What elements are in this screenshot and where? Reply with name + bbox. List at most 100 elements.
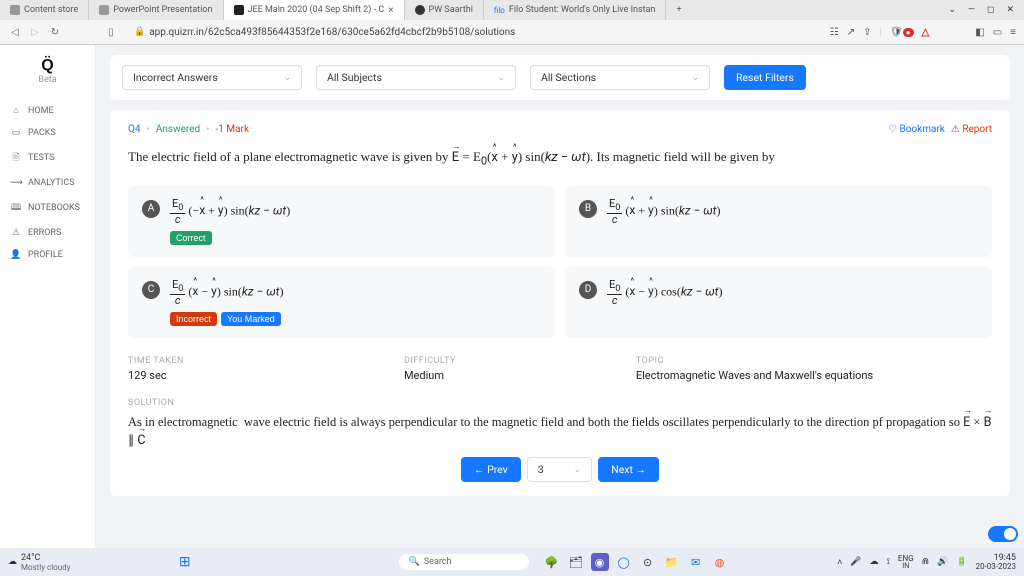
sidebar-item-errors[interactable]: ⚠ERRORS [0, 222, 95, 244]
url-bar[interactable]: 🔒 app.quizrr.in/62c5ca493f85644353f2e168… [114, 27, 824, 38]
app-icon[interactable]: ◍ [711, 553, 729, 571]
tray-location-icon[interactable]: ⟟ [887, 557, 890, 567]
maximize-icon[interactable]: ◻ [987, 5, 994, 15]
options-grid: A E0c (−x + y) sin(kz − ωt) Correct B E0… [128, 186, 992, 339]
sidebar-toggle-icon[interactable]: ◧ [975, 27, 984, 38]
option-letter: A [142, 200, 160, 218]
warning-triangle-icon[interactable]: △ [922, 27, 930, 38]
sidebar-item-notebooks[interactable]: 🕮NOTEBOOKS [0, 194, 95, 222]
sidebar-item-home[interactable]: ⌂HOME [0, 99, 95, 122]
tab-jee-main[interactable]: JEE Main 2020 (04 Sep Shift 2) - C× [224, 0, 405, 20]
taskbar-search[interactable]: 🔍 Search [399, 554, 529, 570]
menu-icon[interactable]: ≡ [1010, 27, 1016, 38]
tab-powerpoint[interactable]: PowerPoint Presentation [89, 0, 223, 20]
tab-filo[interactable]: filoFilo Student: World's Only Live Inst… [484, 0, 667, 20]
wallet-icon[interactable]: ▭ [993, 27, 1002, 38]
sidebar-item-label: ERRORS [28, 228, 61, 238]
tray-language[interactable]: ENG IN [898, 555, 914, 570]
chevron-down-icon: ⌄ [283, 73, 291, 83]
minimize-icon[interactable]: — [968, 5, 975, 15]
weather-temp: 24°C [21, 553, 70, 563]
taskbar: ☁ 24°C Mostly cloudy ⊞ 🔍 Search 🌳 🗂 ◉ ◯ ⊙… [0, 548, 1024, 576]
tray-chevron-icon[interactable]: ˄ [837, 557, 842, 568]
shield-badge-icon[interactable]: 🛡● [890, 27, 914, 38]
option-c[interactable]: C E0c (x − y) sin(kz − ωt) IncorrectYou … [128, 267, 555, 338]
sidebar-item-label: PACKS [28, 128, 56, 138]
tab-label: PowerPoint Presentation [113, 5, 212, 15]
close-icon[interactable]: × [388, 5, 393, 16]
sidebar-item-profile[interactable]: 👤PROFILE [0, 244, 95, 266]
app-icon[interactable]: ✉ [687, 553, 705, 571]
chevron-down-icon: ⌄ [574, 465, 582, 475]
option-letter: C [142, 281, 160, 299]
filter-sections-select[interactable]: All Sections⌄ [530, 65, 710, 90]
tray-clock[interactable]: 19:45 20-03-2023 [976, 554, 1016, 571]
notebooks-icon: 🕮 [10, 200, 22, 216]
filter-answers-select[interactable]: Incorrect Answers⌄ [122, 65, 302, 90]
question-number: Q4 [128, 124, 141, 135]
tray-mic-icon[interactable]: 🎤 [850, 557, 861, 567]
main-content: Incorrect Answers⌄ All Subjects⌄ All Sec… [96, 45, 1024, 549]
meta-topic: TOPICElectromagnetic Waves and Maxwell's… [636, 356, 873, 382]
filter-bar: Incorrect Answers⌄ All Subjects⌄ All Sec… [110, 55, 1010, 100]
tray-wifi-icon[interactable]: ⋒ [922, 557, 930, 567]
tab-pw-saarthi[interactable]: PW Saarthi [405, 0, 484, 20]
pill-marked: You Marked [221, 312, 281, 326]
chevron-down-icon[interactable]: ⌄ [948, 5, 956, 15]
reset-filters-button[interactable]: Reset Filters [724, 65, 806, 90]
solution-label: SOLUTION [128, 398, 992, 408]
tray-battery-icon[interactable]: 🔋 [956, 557, 967, 567]
sidebar-item-tests[interactable]: 🗎TESTS [0, 144, 95, 172]
system-tray: ˄ 🎤 ☁ ⟟ ENG IN ⋒ 🔊 🔋 19:45 20-03-2023 [837, 554, 1016, 571]
option-body: E0c (x + y) sin(kz − ωt) [607, 198, 720, 225]
bookmark-button[interactable]: ♡ Bookmark [888, 124, 945, 135]
pager: ← Prev 3⌄ Next → [128, 457, 992, 482]
tab-label: PW Saarthi [429, 5, 473, 15]
close-window-icon[interactable]: ✕ [1006, 5, 1014, 15]
sidebar-item-label: ANALYTICS [28, 178, 75, 188]
option-b[interactable]: B E0c (x + y) sin(kz − ωt) [565, 186, 992, 257]
app-icon[interactable]: 🌳 [543, 553, 561, 571]
search-icon: 🔍 [409, 557, 420, 567]
app-icon[interactable]: 📁 [663, 553, 681, 571]
question-text: The electric field of a plane electromag… [128, 149, 992, 168]
browser-tabs: Content store PowerPoint Presentation JE… [0, 0, 1024, 20]
sidebar-item-analytics[interactable]: ⟿ANALYTICS [0, 172, 95, 194]
weather-widget[interactable]: ☁ 24°C Mostly cloudy [8, 553, 70, 572]
open-external-icon[interactable]: ↗ [847, 27, 855, 38]
new-tab-button[interactable]: + [666, 0, 691, 20]
tab-label: Content store [24, 5, 78, 15]
floating-toggle[interactable] [988, 526, 1018, 542]
translate-icon[interactable]: ☷ [830, 27, 839, 38]
tab-content-store[interactable]: Content store [0, 0, 89, 20]
tray-volume-icon[interactable]: 🔊 [937, 557, 948, 567]
back-button[interactable]: ◁ [8, 27, 22, 38]
app-icon[interactable]: ◯ [615, 553, 633, 571]
search-placeholder: Search [424, 557, 452, 567]
tests-icon: 🗎 [10, 150, 22, 166]
select-value: All Subjects [327, 71, 382, 84]
forward-button[interactable]: ▷ [28, 27, 42, 38]
app-icon[interactable]: ◉ [591, 553, 609, 571]
filter-subjects-select[interactable]: All Subjects⌄ [316, 65, 516, 90]
profile-icon: 👤 [10, 250, 22, 260]
start-button[interactable]: ⊞ [179, 554, 191, 570]
sidebar-item-packs[interactable]: ▭ PACKS [0, 122, 95, 144]
meta-difficulty: DIFFICULTYMedium [404, 356, 456, 382]
packs-icon: ▭ [10, 128, 22, 138]
prev-button[interactable]: ← Prev [461, 457, 521, 482]
home-icon: ⌂ [10, 105, 22, 116]
reader-icon[interactable]: ▯ [68, 27, 108, 38]
option-a[interactable]: A E0c (−x + y) sin(kz − ωt) Correct [128, 186, 555, 257]
option-d[interactable]: D E0c (x − y) cos(kz − ωt) [565, 267, 992, 338]
next-button[interactable]: Next → [598, 457, 659, 482]
reload-button[interactable]: ↻ [48, 27, 62, 38]
share-icon[interactable]: ⇪ [863, 27, 871, 38]
report-button[interactable]: ⚠ Report [951, 124, 992, 135]
option-body: E0c (x − y) sin(kz − ωt) IncorrectYou Ma… [170, 279, 283, 326]
option-letter: B [579, 200, 597, 218]
app-icon[interactable]: 🗂 [567, 553, 585, 571]
page-select[interactable]: 3⌄ [527, 457, 592, 482]
app-icon[interactable]: ⊙ [639, 553, 657, 571]
tray-onedrive-icon[interactable]: ☁ [870, 557, 879, 567]
